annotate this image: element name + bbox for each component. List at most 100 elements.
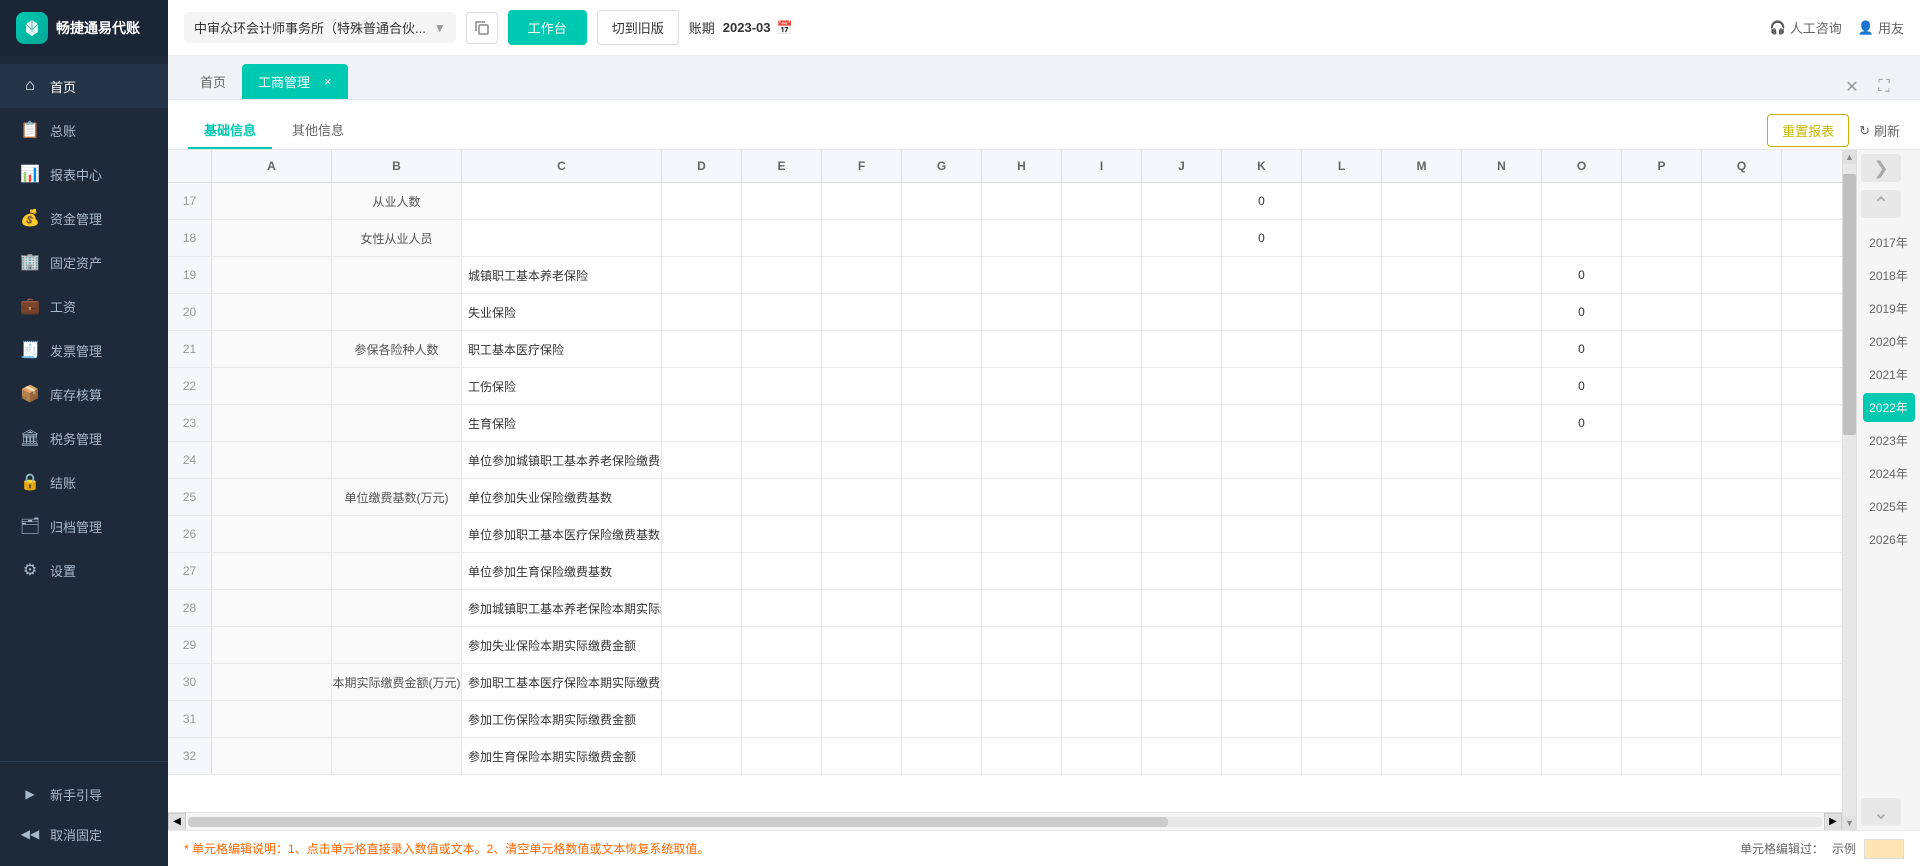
sub-tab-other[interactable]: 其他信息 [276, 112, 360, 149]
year-item-2025年[interactable]: 2025年 [1863, 492, 1915, 521]
cell-28-N[interactable] [1462, 590, 1542, 626]
panel-up-icon[interactable]: ⌃ [1861, 190, 1901, 218]
cell-20-E[interactable] [742, 294, 822, 330]
cell-31-B[interactable] [332, 701, 462, 737]
year-item-2017年[interactable]: 2017年 [1863, 228, 1915, 257]
cell-24-C[interactable]: 单位参加城镇职工基本养老保险缴费基数 [462, 442, 662, 478]
cell-19-L[interactable] [1302, 257, 1382, 293]
close-window-icon[interactable]: ✕ [1840, 75, 1864, 99]
cell-20-P[interactable] [1622, 294, 1702, 330]
expand-icon[interactable]: ⛶ [1872, 75, 1896, 99]
cell-22-L[interactable] [1302, 368, 1382, 404]
cell-23-F[interactable] [822, 405, 902, 441]
cell-26-G[interactable] [902, 516, 982, 552]
cell-22-C[interactable]: 工伤保险 [462, 368, 662, 404]
cell-19-F[interactable] [822, 257, 902, 293]
cell-27-K[interactable] [1222, 553, 1302, 589]
cell-18-A[interactable] [212, 220, 332, 256]
cell-29-O[interactable] [1542, 627, 1622, 663]
cell-21-M[interactable] [1382, 331, 1462, 367]
cell-23-C[interactable]: 生育保险 [462, 405, 662, 441]
cell-23-G[interactable] [902, 405, 982, 441]
cell-17-E[interactable] [742, 183, 822, 219]
cell-19-P[interactable] [1622, 257, 1702, 293]
reset-report-button[interactable]: 重置报表 [1767, 114, 1849, 147]
cell-22-D[interactable] [662, 368, 742, 404]
cell-29-A[interactable] [212, 627, 332, 663]
tab-industrial[interactable]: 工商管理 × [242, 64, 348, 99]
cell-22-H[interactable] [982, 368, 1062, 404]
cell-29-K[interactable] [1222, 627, 1302, 663]
cell-20-O[interactable]: 0 [1542, 294, 1622, 330]
cell-24-P[interactable] [1622, 442, 1702, 478]
cell-24-L[interactable] [1302, 442, 1382, 478]
cell-30-E[interactable] [742, 664, 822, 700]
cell-27-L[interactable] [1302, 553, 1382, 589]
cell-32-M[interactable] [1382, 738, 1462, 774]
cell-28-F[interactable] [822, 590, 902, 626]
company-selector[interactable]: 中审众环会计师事务所（特殊普通合伙... ▼ [184, 12, 456, 43]
cell-21-P[interactable] [1622, 331, 1702, 367]
cell-21-K[interactable] [1222, 331, 1302, 367]
cell-25-P[interactable] [1622, 479, 1702, 515]
cell-28-E[interactable] [742, 590, 822, 626]
cell-24-F[interactable] [822, 442, 902, 478]
cell-28-M[interactable] [1382, 590, 1462, 626]
cell-28-P[interactable] [1622, 590, 1702, 626]
panel-expand-icon[interactable]: ❯ [1861, 154, 1901, 182]
cell-21-D[interactable] [662, 331, 742, 367]
cell-27-C[interactable]: 单位参加生育保险缴费基数 [462, 553, 662, 589]
cell-25-L[interactable] [1302, 479, 1382, 515]
cell-26-E[interactable] [742, 516, 822, 552]
cell-26-C[interactable]: 单位参加职工基本医疗保险缴费基数 [462, 516, 662, 552]
cell-28-L[interactable] [1302, 590, 1382, 626]
cell-26-J[interactable] [1142, 516, 1222, 552]
cell-25-A[interactable] [212, 479, 332, 515]
cell-27-O[interactable] [1542, 553, 1622, 589]
cell-28-J[interactable] [1142, 590, 1222, 626]
cell-19-H[interactable] [982, 257, 1062, 293]
cell-20-J[interactable] [1142, 294, 1222, 330]
cell-24-I[interactable] [1062, 442, 1142, 478]
cell-32-K[interactable] [1222, 738, 1302, 774]
horizontal-scrollbar[interactable]: ◀ ▶ [168, 812, 1842, 830]
consult-button[interactable]: 🎧 人工咨询 [1770, 18, 1842, 37]
cell-25-N[interactable] [1462, 479, 1542, 515]
cell-18-K[interactable]: 0 [1222, 220, 1302, 256]
cell-20-A[interactable] [212, 294, 332, 330]
cell-29-H[interactable] [982, 627, 1062, 663]
cell-23-K[interactable] [1222, 405, 1302, 441]
cell-27-N[interactable] [1462, 553, 1542, 589]
cell-30-B[interactable]: 本期实际缴费金额(万元) [332, 664, 462, 700]
cell-18-L[interactable] [1302, 220, 1382, 256]
cell-28-G[interactable] [902, 590, 982, 626]
sidebar-item-salary[interactable]: 💼工资 [0, 284, 168, 328]
vertical-scrollbar[interactable]: ▲ ▼ [1842, 150, 1856, 830]
cell-28-B[interactable] [332, 590, 462, 626]
cell-20-M[interactable] [1382, 294, 1462, 330]
cell-21-C[interactable]: 职工基本医疗保险 [462, 331, 662, 367]
cell-29-P[interactable] [1622, 627, 1702, 663]
panel-down-icon[interactable]: ⌄ [1861, 798, 1901, 826]
cell-24-H[interactable] [982, 442, 1062, 478]
v-scroll-track[interactable] [1843, 164, 1856, 816]
cell-18-E[interactable] [742, 220, 822, 256]
cell-26-F[interactable] [822, 516, 902, 552]
cell-32-E[interactable] [742, 738, 822, 774]
cell-23-E[interactable] [742, 405, 822, 441]
cell-20-B[interactable] [332, 294, 462, 330]
cell-24-D[interactable] [662, 442, 742, 478]
cell-18-I[interactable] [1062, 220, 1142, 256]
cell-23-P[interactable] [1622, 405, 1702, 441]
cell-19-G[interactable] [902, 257, 982, 293]
cell-27-M[interactable] [1382, 553, 1462, 589]
old-version-button[interactable]: 切到旧版 [597, 10, 679, 45]
cell-26-I[interactable] [1062, 516, 1142, 552]
cell-29-C[interactable]: 参加失业保险本期实际缴费金额 [462, 627, 662, 663]
cell-21-Q[interactable] [1702, 331, 1782, 367]
cell-18-F[interactable] [822, 220, 902, 256]
cell-30-N[interactable] [1462, 664, 1542, 700]
cell-17-Q[interactable] [1702, 183, 1782, 219]
cell-18-P[interactable] [1622, 220, 1702, 256]
cell-30-H[interactable] [982, 664, 1062, 700]
